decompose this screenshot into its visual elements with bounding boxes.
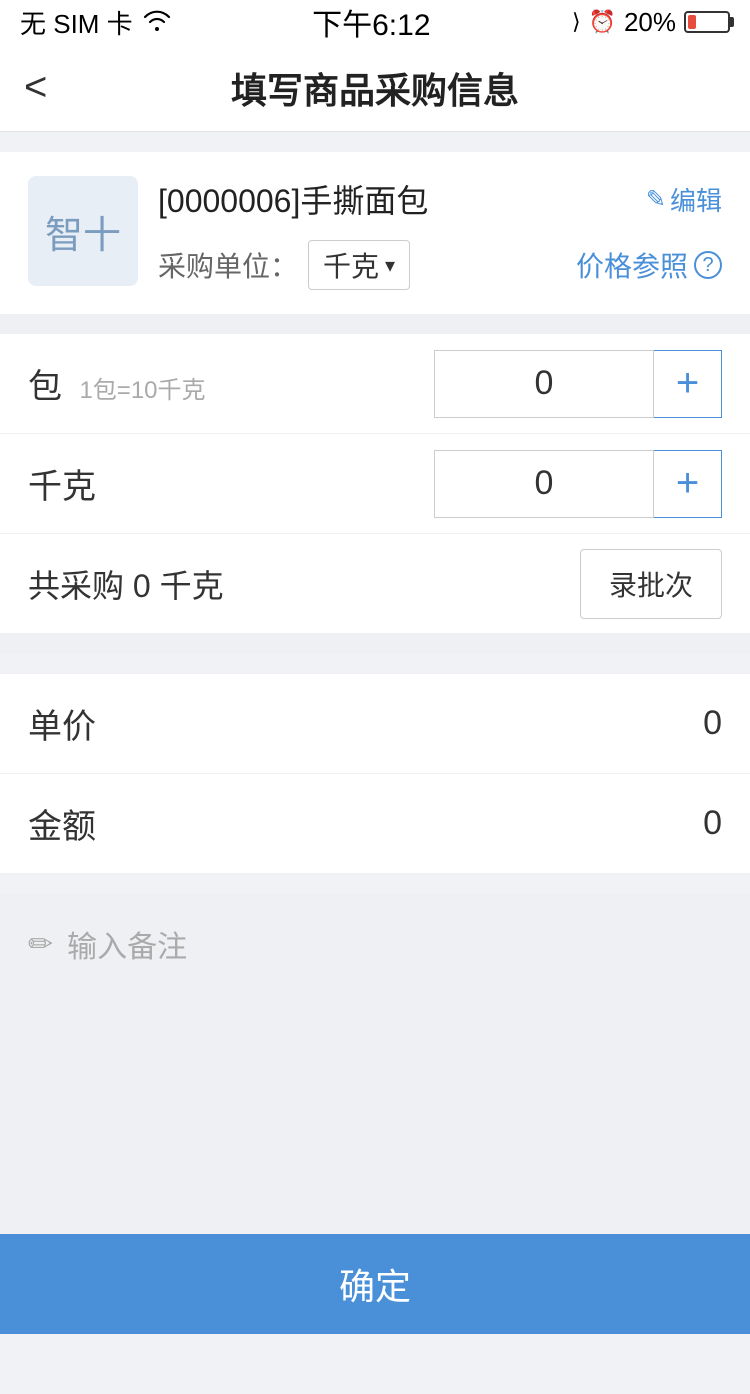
battery-icon bbox=[684, 11, 730, 33]
section-divider-1 bbox=[0, 314, 750, 334]
price-value: 0 bbox=[703, 704, 722, 743]
bag-input-row: 包 1包=10千克 + bbox=[0, 334, 750, 434]
price-row: 单价 0 bbox=[0, 674, 750, 774]
remark-placeholder: 输入备注 bbox=[67, 922, 187, 966]
unit-select[interactable]: 千克 ▾ bbox=[308, 240, 410, 290]
edit-icon: ✎ bbox=[646, 185, 666, 214]
product-thumbnail: 智十 bbox=[28, 176, 138, 286]
pencil-icon: ✏ bbox=[28, 927, 53, 962]
chevron-down-icon: ▾ bbox=[385, 253, 395, 278]
product-name: [0000006]手撕面包 bbox=[158, 176, 428, 222]
no-sim-text: 无 SIM 卡 bbox=[20, 4, 133, 41]
status-left: 无 SIM 卡 bbox=[20, 4, 171, 41]
amount-row: 金额 0 bbox=[0, 774, 750, 874]
kg-input-row: 千克 + bbox=[0, 434, 750, 534]
batch-button[interactable]: 录批次 bbox=[580, 549, 722, 619]
section-divider-2 bbox=[0, 634, 750, 654]
input-section: 包 1包=10千克 + 千克 + 共采购 0 千克 录批次 bbox=[0, 334, 750, 634]
summary-text: 共采购 0 千克 bbox=[28, 561, 224, 607]
bag-label: 包 1包=10千克 bbox=[28, 359, 206, 408]
summary-row: 共采购 0 千克 录批次 bbox=[0, 534, 750, 634]
product-info: [0000006]手撕面包 ✎ 编辑 采购单位： 千克 ▾ bbox=[158, 176, 722, 290]
price-label: 单价 bbox=[28, 699, 96, 748]
bag-sublabel: 1包=10千克 bbox=[79, 377, 205, 404]
back-button[interactable]: < bbox=[24, 65, 47, 110]
page-title: 填写商品采购信息 bbox=[231, 62, 519, 114]
product-logo: 智十 bbox=[45, 204, 121, 259]
price-ref-button[interactable]: 价格参照 ? bbox=[576, 245, 722, 285]
price-section: 单价 0 金额 0 bbox=[0, 674, 750, 874]
bag-quantity-input[interactable] bbox=[434, 350, 654, 418]
status-time: 下午6:12 bbox=[312, 0, 430, 44]
product-card: 智十 [0000006]手撕面包 ✎ 编辑 采购单位： 千 bbox=[0, 152, 750, 314]
nav-bar: < 填写商品采购信息 bbox=[0, 44, 750, 132]
status-right: ⟩ ⏰ 20% bbox=[572, 7, 730, 38]
confirm-button[interactable]: 确定 bbox=[0, 1234, 750, 1334]
wifi-icon bbox=[143, 7, 171, 38]
location-icon: ⟩ bbox=[572, 9, 581, 35]
amount-value: 0 bbox=[703, 804, 722, 843]
bag-plus-button[interactable]: + bbox=[654, 350, 722, 418]
battery-percentage: 20% bbox=[624, 7, 676, 38]
edit-button[interactable]: ✎ 编辑 bbox=[646, 181, 722, 218]
unit-label: 采购单位： bbox=[158, 245, 298, 285]
info-icon: ? bbox=[694, 251, 722, 279]
alarm-icon: ⏰ bbox=[589, 9, 616, 35]
kg-plus-button[interactable]: + bbox=[654, 450, 722, 518]
status-bar: 无 SIM 卡 下午6:12 ⟩ ⏰ 20% bbox=[0, 0, 750, 44]
amount-label: 金额 bbox=[28, 799, 96, 848]
kg-label: 千克 bbox=[28, 459, 168, 508]
remark-section[interactable]: ✏ 输入备注 bbox=[0, 894, 750, 994]
kg-quantity-input[interactable] bbox=[434, 450, 654, 518]
